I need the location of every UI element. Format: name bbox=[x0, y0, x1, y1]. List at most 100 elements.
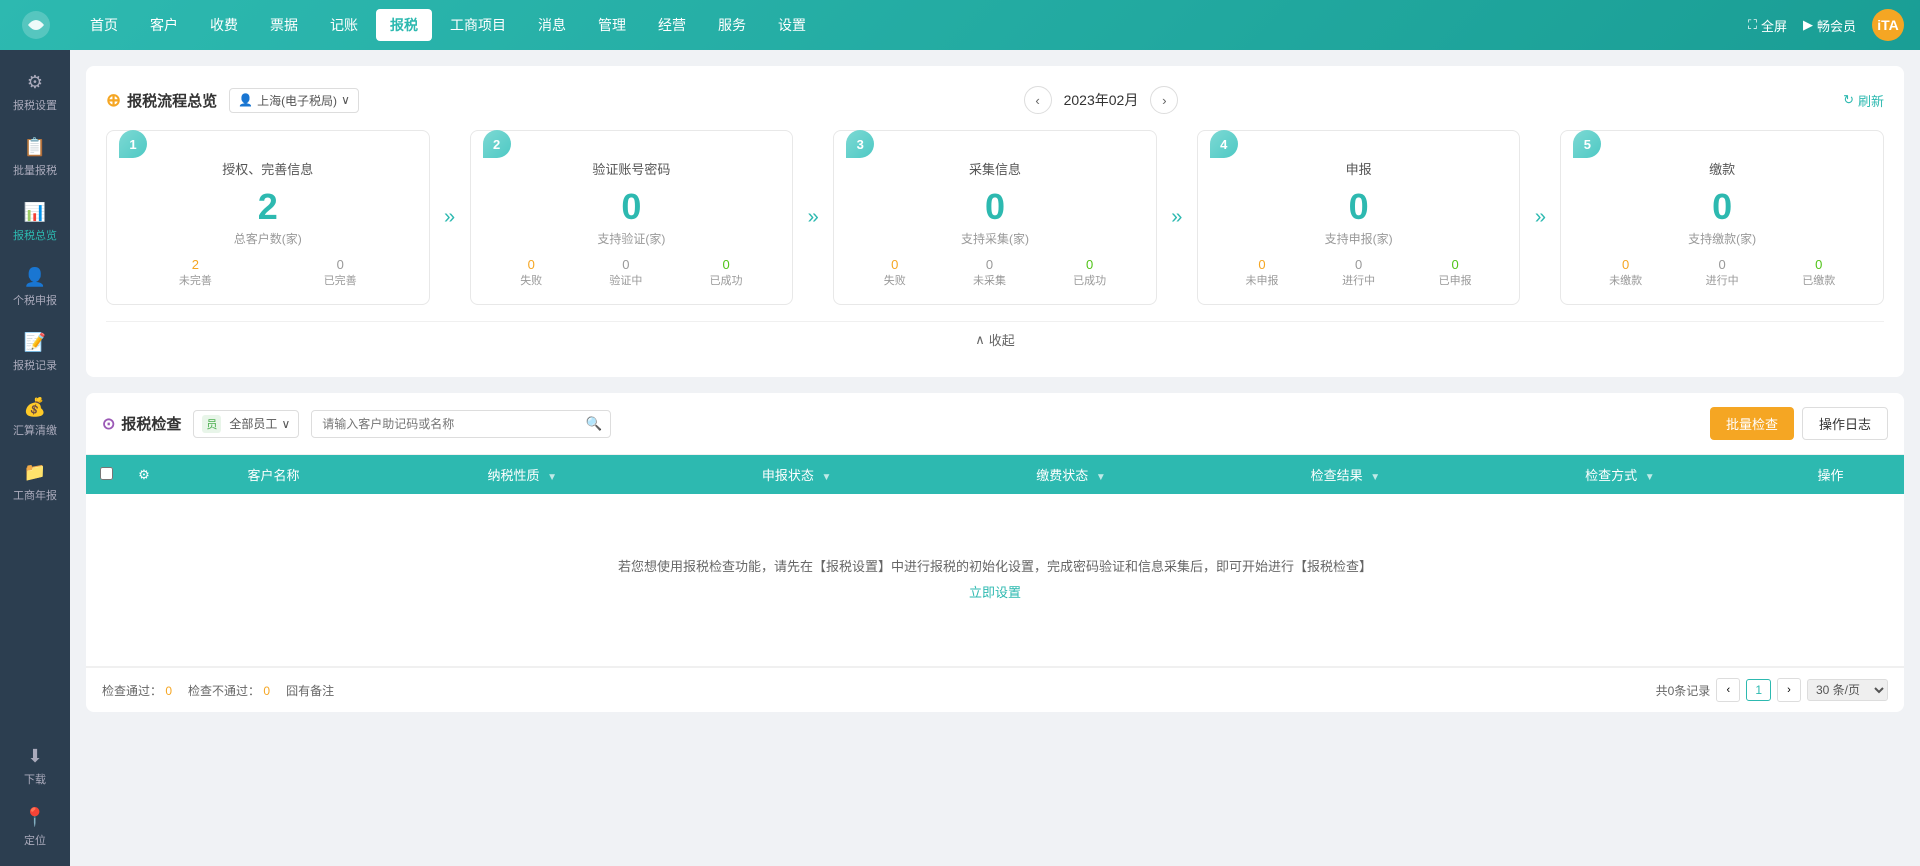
sidebar-item-工商年报[interactable]: 📁工商年报 bbox=[0, 450, 70, 515]
col-customer-name: 客户名称 bbox=[162, 455, 385, 494]
batch-check-button[interactable]: 批量检查 bbox=[1710, 407, 1794, 440]
month-navigation: ‹ 2023年02月 › bbox=[1024, 86, 1179, 114]
step-stat: 0 已缴款 bbox=[1802, 257, 1835, 288]
nav-item-设置[interactable]: 设置 bbox=[764, 9, 820, 41]
checkbox-header bbox=[86, 455, 126, 494]
step-num-3: 3 bbox=[846, 130, 874, 158]
step-big-num-1: 0 bbox=[487, 186, 777, 228]
step-num-1: 1 bbox=[119, 130, 147, 158]
refresh-button[interactable]: ↻ 刷新 bbox=[1843, 91, 1884, 110]
col-pay-status: 缴费状态 ▼ bbox=[934, 455, 1208, 494]
col-operation: 操作 bbox=[1757, 455, 1904, 494]
col-check-result: 检查结果 ▼ bbox=[1208, 455, 1482, 494]
main-content: ⊕ 报税流程总览 👤 上海(电子税局) ∨ ‹ 2023年02月 › ↻ 刷新 bbox=[70, 50, 1920, 866]
sidebar-item-汇算清缴[interactable]: 💰汇算清缴 bbox=[0, 385, 70, 450]
nav-item-记账[interactable]: 记账 bbox=[316, 9, 372, 41]
table-footer: 检查通过： 0 检查不通过： 0 囧有备注 共0条记录 ‹ 1 › 30 条/页… bbox=[86, 667, 1904, 712]
col-declare-status: 申报状态 ▼ bbox=[659, 455, 933, 494]
step-stat: 0 失败 bbox=[884, 257, 906, 288]
select-all-checkbox[interactable] bbox=[100, 467, 113, 480]
nav-item-票据[interactable]: 票据 bbox=[256, 9, 312, 41]
current-page: 1 bbox=[1746, 679, 1771, 701]
sidebar-item-报税记录[interactable]: 📝报税记录 bbox=[0, 320, 70, 385]
col-tax-nature: 纳税性质 ▼ bbox=[385, 455, 659, 494]
top-navigation: 首页客户收费票据记账报税工商项目消息管理经营服务设置 ⛶ 全屏 ▶ 畅会员 iT… bbox=[0, 0, 1920, 50]
step-card-4: 5 缴款 0 支持缴款(家) 0 未缴款 0 进行中 0 已缴款 bbox=[1560, 130, 1884, 305]
arrow-icon: » bbox=[1535, 206, 1546, 229]
nav-item-客户[interactable]: 客户 bbox=[136, 9, 192, 41]
check-fail-label: 检查不通过： 0 bbox=[188, 682, 270, 699]
page-size-select[interactable]: 30 条/页 50 条/页 100 条/页 bbox=[1807, 679, 1888, 701]
app-logo bbox=[16, 5, 56, 45]
nav-item-服务[interactable]: 服务 bbox=[704, 9, 760, 41]
step-stats-3: 0 未申报 0 进行中 0 已申报 bbox=[1214, 257, 1504, 288]
step-connector-1: » bbox=[430, 130, 470, 305]
collapse-button[interactable]: ∧ 收起 bbox=[106, 321, 1884, 357]
member-button[interactable]: ▶ 畅会员 bbox=[1803, 16, 1856, 35]
table-empty-row: 若您想使用报税检查功能，请先在【报税设置】中进行报税的初始化设置，完成密码验证和… bbox=[86, 494, 1904, 667]
footer-left: 检查通过： 0 检查不通过： 0 囧有备注 bbox=[102, 682, 334, 699]
step-stat: 2 未完善 bbox=[179, 257, 212, 288]
pass-count[interactable]: 0 bbox=[165, 684, 172, 698]
sidebar-item-定位[interactable]: 📍定位 bbox=[0, 799, 70, 856]
nav-item-报税[interactable]: 报税 bbox=[376, 9, 432, 41]
step-stat: 0 验证中 bbox=[609, 257, 642, 288]
fail-count[interactable]: 0 bbox=[263, 684, 270, 698]
arrow-icon: » bbox=[1171, 206, 1182, 229]
operation-log-button[interactable]: 操作日志 bbox=[1802, 407, 1888, 440]
sidebar-item-报税总览[interactable]: 📊报税总览 bbox=[0, 190, 70, 255]
setup-link[interactable]: 立即设置 bbox=[969, 585, 1021, 600]
sidebar-item-批量报税[interactable]: 📋批量报税 bbox=[0, 125, 70, 190]
prev-month-button[interactable]: ‹ bbox=[1024, 86, 1052, 114]
settings-header: ⚙ bbox=[126, 455, 162, 494]
fullscreen-button[interactable]: ⛶ 全屏 bbox=[1748, 16, 1787, 35]
step-title-4: 缴款 bbox=[1577, 159, 1867, 178]
search-input[interactable] bbox=[312, 412, 577, 436]
location-badge[interactable]: 👤 上海(电子税局) ∨ bbox=[229, 88, 359, 113]
step-big-num-2: 0 bbox=[850, 186, 1140, 228]
nav-item-工商项目[interactable]: 工商项目 bbox=[436, 9, 520, 41]
footer-pager: 共0条记录 ‹ 1 › 30 条/页 50 条/页 100 条/页 bbox=[1656, 678, 1888, 702]
search-button[interactable]: 🔍 bbox=[578, 411, 611, 437]
step-sub-4: 支持缴款(家) bbox=[1577, 230, 1867, 247]
check-header-right: 批量检查 操作日志 bbox=[1710, 407, 1888, 440]
sidebar-item-下载[interactable]: ⬇下载 bbox=[0, 738, 70, 795]
step-title-1: 验证账号密码 bbox=[487, 159, 777, 178]
nav-item-经营[interactable]: 经营 bbox=[644, 9, 700, 41]
step-card-0: 1 授权、完善信息 2 总客户数(家) 2 未完善 0 已完善 bbox=[106, 130, 430, 305]
step-sub-1: 支持验证(家) bbox=[487, 230, 777, 247]
search-box: 🔍 bbox=[311, 410, 611, 438]
step-connector-3: » bbox=[1157, 130, 1197, 305]
next-page-button[interactable]: › bbox=[1777, 678, 1801, 702]
process-title: ⊕ 报税流程总览 bbox=[106, 90, 217, 111]
step-stats-1: 0 失败 0 验证中 0 已成功 bbox=[487, 257, 777, 288]
step-sub-3: 支持申报(家) bbox=[1214, 230, 1504, 247]
step-stat: 0 进行中 bbox=[1706, 257, 1739, 288]
step-stats-2: 0 失败 0 未采集 0 已成功 bbox=[850, 257, 1140, 288]
step-connector-4: » bbox=[1520, 130, 1560, 305]
nav-item-首页[interactable]: 首页 bbox=[76, 9, 132, 41]
nav-item-管理[interactable]: 管理 bbox=[584, 9, 640, 41]
first-page-button[interactable]: ‹ bbox=[1716, 678, 1740, 702]
next-month-button[interactable]: › bbox=[1150, 86, 1178, 114]
sidebar-icon-报税设置: ⚙ bbox=[27, 72, 43, 93]
nav-item-收费[interactable]: 收费 bbox=[196, 9, 252, 41]
staff-select[interactable]: 员 全部员工 ∨ bbox=[193, 410, 299, 438]
nav-item-消息[interactable]: 消息 bbox=[524, 9, 580, 41]
step-num-2: 2 bbox=[483, 130, 511, 158]
check-header: ⊙ 报税检查 员 全部员工 ∨ 🔍 批量检查 操作日志 bbox=[86, 393, 1904, 455]
table-empty-message: 若您想使用报税检查功能，请先在【报税设置】中进行报税的初始化设置，完成密码验证和… bbox=[98, 504, 1892, 656]
location-icon: 👤 bbox=[238, 93, 253, 107]
nav-items: 首页客户收费票据记账报税工商项目消息管理经营服务设置 bbox=[76, 9, 1748, 41]
sidebar-icon-工商年报: 📁 bbox=[24, 462, 46, 483]
sidebar-item-报税设置[interactable]: ⚙报税设置 bbox=[0, 60, 70, 125]
step-title-3: 申报 bbox=[1214, 159, 1504, 178]
step-big-num-0: 2 bbox=[123, 186, 413, 228]
step-connector-2: » bbox=[793, 130, 833, 305]
avatar: iTA bbox=[1872, 9, 1904, 41]
step-stats-0: 2 未完善 0 已完善 bbox=[123, 257, 413, 288]
sidebar-item-个税申报[interactable]: 👤个税申报 bbox=[0, 255, 70, 320]
sidebar-icon-报税总览: 📊 bbox=[24, 202, 46, 223]
remark-label: 囧有备注 bbox=[286, 682, 334, 699]
tax-check-section: ⊙ 报税检查 员 全部员工 ∨ 🔍 批量检查 操作日志 bbox=[86, 393, 1904, 712]
